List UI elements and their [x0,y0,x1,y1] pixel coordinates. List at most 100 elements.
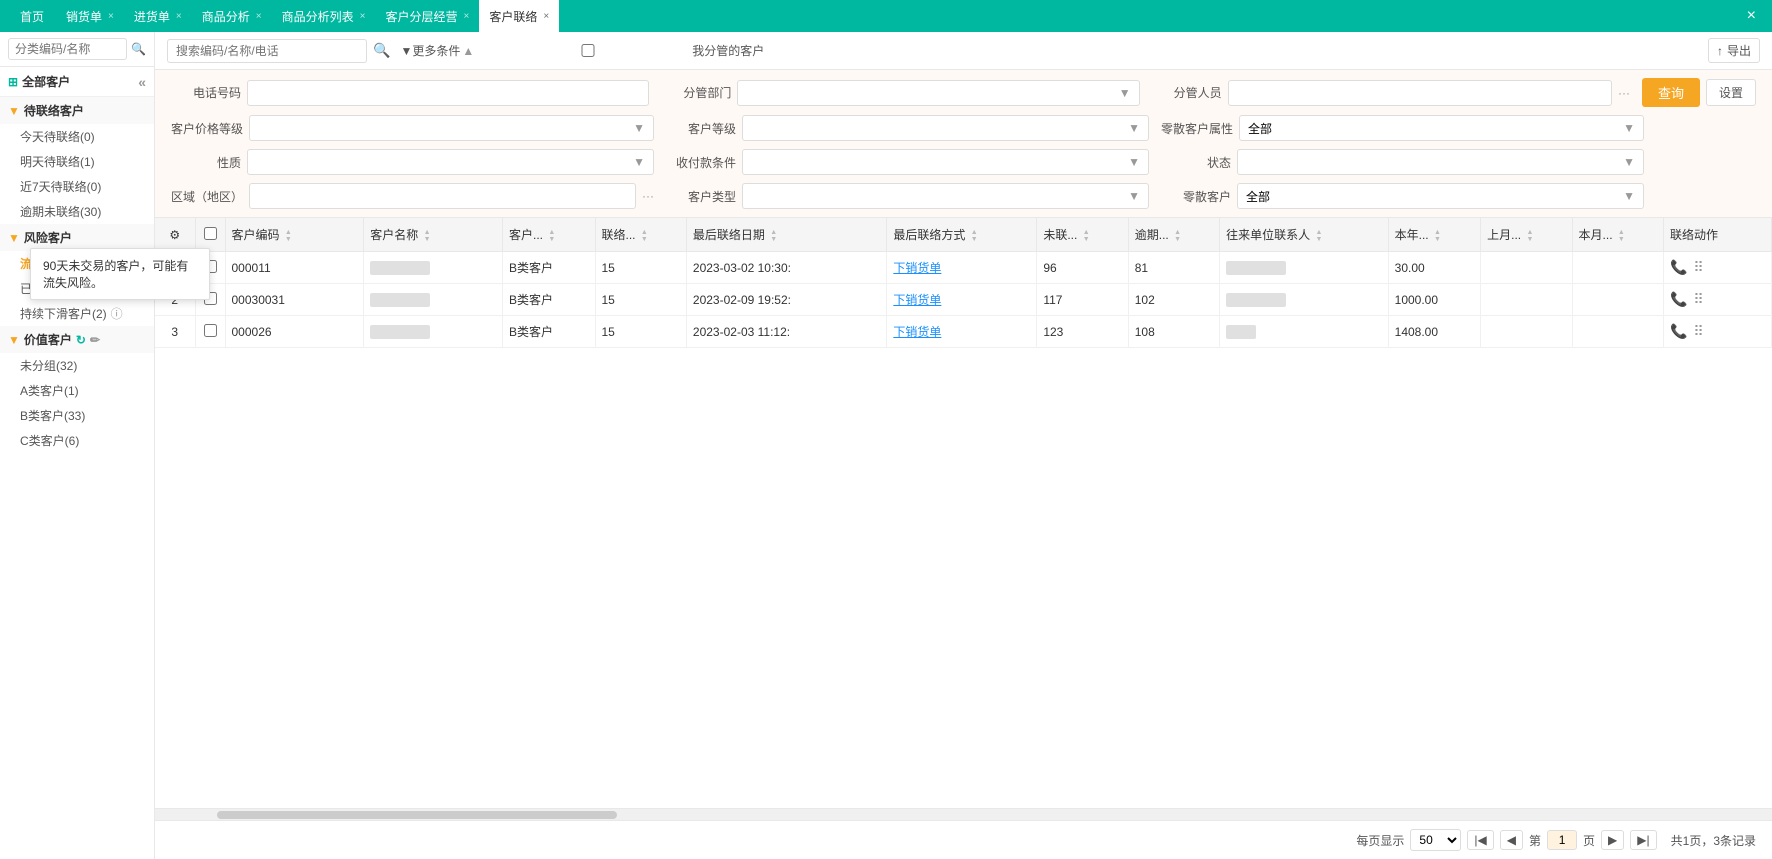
prev-page-button[interactable]: ◀ [1500,830,1523,850]
action-icon-menu-2[interactable]: ⠿ [1693,291,1703,308]
sort-name-icon[interactable]: ▲▼ [424,229,431,243]
advanced-filter-panel: 电话号码 分管部门 ▼ 分管人员 ··· [155,70,1772,218]
page-input[interactable] [1547,830,1577,850]
tab-customer-link[interactable]: 客户联络 × [479,0,559,32]
zero-attr-select[interactable]: 全部 ▼ [1239,115,1644,141]
close-all-button[interactable]: × [1739,7,1764,25]
sidebar-item-overdue[interactable]: 逾期未联络(30) [0,199,154,224]
sidebar-search-icon[interactable]: 🔍 [131,42,146,56]
sort-overdue-icon[interactable]: ▲▼ [1174,229,1181,243]
filter-region: 区域（地区） ··· [171,183,654,209]
close-tab-analysis[interactable]: × [256,11,262,22]
last-page-button[interactable]: ▶| [1630,830,1656,850]
sidebar-item-week[interactable]: 近7天待联络(0) [0,174,154,199]
action-icon-phone[interactable]: 📞 [1670,259,1687,276]
row-checkbox[interactable] [195,316,225,348]
sidebar-group-risk-title[interactable]: ▼ 风险客户 [0,224,154,251]
sidebar-item-c-class[interactable]: C类客户(6) [0,428,154,453]
search-button[interactable]: 🔍 [373,42,390,59]
close-tab-sales[interactable]: × [108,11,114,22]
sort-lastway-icon[interactable]: ▲▼ [971,229,978,243]
search-input[interactable] [167,39,367,63]
sort-unlink-icon[interactable]: ▲▼ [1083,229,1090,243]
action-icon-phone-2[interactable]: 📞 [1670,291,1687,308]
row-index: 3 [155,316,195,348]
row-name: ████ [364,316,503,348]
edit-icon[interactable]: ✏ [90,333,100,347]
nature-label: 性质 [171,154,241,171]
sidebar-item-declining[interactable]: 持续下滑客户(2) ⓘ [0,301,154,326]
lastway-link-2[interactable]: 下销货单 [893,293,941,307]
tab-analysis[interactable]: 商品分析 × [192,0,272,32]
sort-contacts-icon[interactable]: ▲▼ [1316,229,1323,243]
sidebar-item-a-class[interactable]: A类客户(1) [0,378,154,403]
status-select[interactable]: ▼ [1237,149,1644,175]
action-icon-phone-3[interactable]: 📞 [1670,323,1687,340]
action-icon-menu-3[interactable]: ⠿ [1693,323,1703,340]
nature-select[interactable]: ▼ [247,149,654,175]
close-tab-customer-link[interactable]: × [543,11,549,22]
close-tab-analysis-list[interactable]: × [360,11,366,22]
settings-button[interactable]: 设置 [1706,79,1756,106]
sidebar-item-today[interactable]: 今天待联络(0) [0,124,154,149]
region-select[interactable] [249,183,636,209]
action-icons-2: 📞 ⠿ [1670,291,1765,308]
row-thismonth [1572,284,1663,316]
query-button[interactable]: 查询 [1642,78,1700,107]
sidebar-item-unsorted[interactable]: 未分组(32) [0,353,154,378]
th-settings[interactable]: ⚙ [155,218,195,252]
row-class: B类客户 [503,284,596,316]
next-page-button[interactable]: ▶ [1601,830,1624,850]
close-tab-purchase[interactable]: × [176,11,182,22]
filter-row-3: 性质 ▼ 收付款条件 ▼ 状态 [171,149,1756,175]
customer-level-select[interactable]: ▼ [742,115,1149,141]
sort-code-icon[interactable]: ▲▼ [285,229,292,243]
zero-cust-select[interactable]: 全部 ▼ [1237,183,1644,209]
close-tab-customer-segment[interactable]: × [463,11,469,22]
first-page-button[interactable]: |◀ [1467,830,1493,850]
home-button[interactable]: 首页 [8,0,56,32]
tab-sales[interactable]: 销货单 × [56,0,124,32]
tab-customer-segment[interactable]: 客户分层经营 × [375,0,479,32]
payment-select[interactable]: ▼ [742,149,1149,175]
sort-lastmonth-icon[interactable]: ▲▼ [1527,229,1534,243]
sort-contact-icon[interactable]: ▲▼ [641,229,648,243]
region-more-btn[interactable]: ··· [642,189,654,203]
sort-lastdate-icon[interactable]: ▲▼ [770,229,777,243]
select-all-checkbox[interactable] [204,227,217,240]
person-more-btn[interactable]: ··· [1618,86,1630,100]
my-customers-checkbox[interactable] [488,44,688,57]
sidebar-group-pending-title[interactable]: ▼ 待联络客户 [0,97,154,124]
sort-class-icon[interactable]: ▲▼ [548,229,555,243]
lastway-link-3[interactable]: 下销货单 [893,325,941,339]
refresh-icon[interactable]: ↻ [76,333,86,347]
sidebar-all-customers[interactable]: ⊞ 全部客户 « [0,67,154,97]
sidebar-group-value-title[interactable]: ▼ 价值客户 ↻ ✏ [0,326,154,353]
more-conditions-button[interactable]: ▼ 更多条件 ▲ [400,42,474,59]
sidebar-search-input[interactable] [8,38,127,60]
collapse-icon[interactable]: « [138,74,146,90]
sidebar-item-tomorrow[interactable]: 明天待联络(1) [0,149,154,174]
dept-select[interactable]: ▼ [737,80,1139,106]
sort-thisyear-icon[interactable]: ▲▼ [1434,229,1441,243]
person-select[interactable] [1228,80,1612,106]
filter-status: 状态 ▼ [1161,149,1644,175]
th-checkbox[interactable] [195,218,225,252]
scrollbar-thumb[interactable] [217,811,617,819]
export-button[interactable]: ↑ 导出 [1708,38,1760,63]
tab-analysis-list[interactable]: 商品分析列表 × [272,0,376,32]
horizontal-scrollbar[interactable] [155,808,1772,820]
sort-thismonth-icon[interactable]: ▲▼ [1618,229,1625,243]
sidebar-item-b-class[interactable]: B类客户(33) [0,403,154,428]
price-level-select[interactable]: ▼ [249,115,654,141]
tab-purchase[interactable]: 进货单 × [124,0,192,32]
my-customers-checkbox-area[interactable]: 我分管的客户 [488,42,764,59]
filter-arrow-icon: ▲ [462,44,474,58]
lastway-link[interactable]: 下销货单 [893,261,941,275]
th-lastdate: 最后联络日期 ▲▼ [686,218,886,252]
phone-input[interactable] [247,80,649,106]
customer-type-select[interactable]: ▼ [742,183,1149,209]
row-check-3[interactable] [204,324,217,337]
per-page-select[interactable]: 50 20 100 [1410,829,1461,851]
action-icon-menu[interactable]: ⠿ [1693,259,1703,276]
